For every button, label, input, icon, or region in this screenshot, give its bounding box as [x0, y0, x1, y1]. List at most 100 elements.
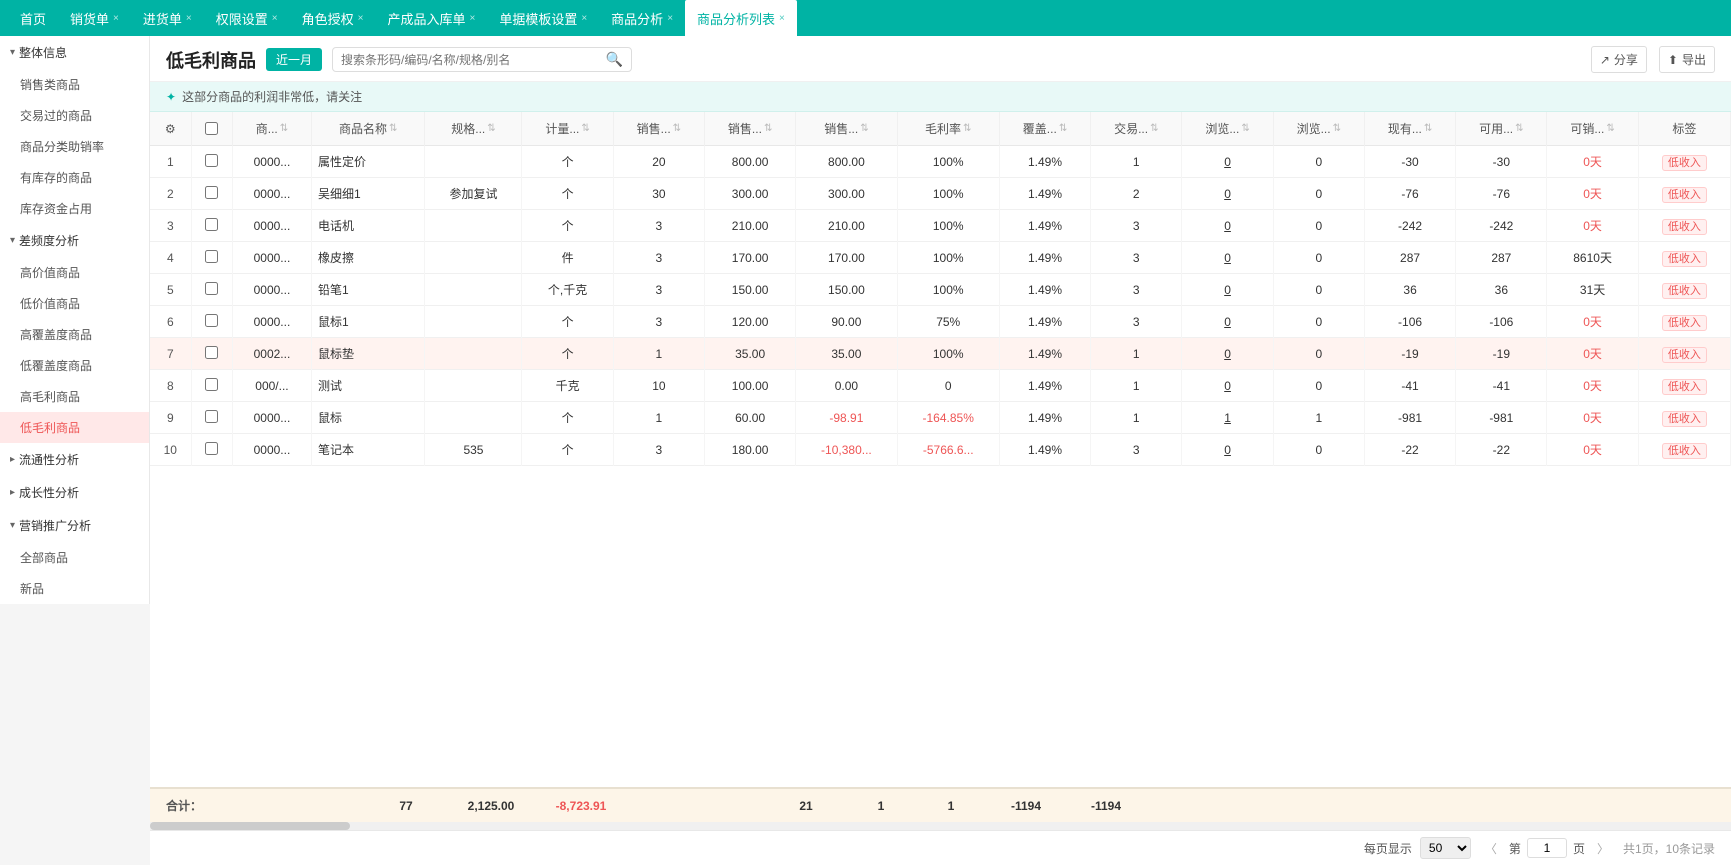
sidebar-section-overall[interactable]: ▾ 整体信息 — [0, 36, 149, 69]
td-name[interactable]: 属性定价 — [311, 146, 425, 178]
td-name[interactable]: 鼠标 — [311, 402, 425, 434]
nav-item-home[interactable]: 首页 — [8, 0, 58, 36]
td-checkbox[interactable] — [191, 274, 232, 306]
td-browse1[interactable]: 0 — [1182, 146, 1273, 178]
td-browse1[interactable]: 0 — [1182, 338, 1273, 370]
th-sales-amount[interactable]: 销售...⇅ — [705, 112, 796, 146]
page-number-input[interactable] — [1527, 838, 1567, 858]
nav-item-purchase[interactable]: 进货单 × — [131, 0, 204, 36]
td-checkbox[interactable] — [191, 402, 232, 434]
nav-item-products[interactable]: 产成品入库单 × — [375, 0, 487, 36]
prev-page-button[interactable]: 〈 — [1479, 838, 1503, 859]
td-checkbox[interactable] — [191, 210, 232, 242]
th-checkbox[interactable] — [191, 112, 232, 146]
th-browse2[interactable]: 浏览...⇅ — [1273, 112, 1364, 146]
th-unit[interactable]: 计量...⇅ — [522, 112, 613, 146]
close-icon[interactable]: × — [113, 13, 119, 24]
close-icon[interactable]: × — [581, 13, 587, 24]
sidebar-item-new-goods[interactable]: 新品 — [0, 573, 149, 604]
date-filter-button[interactable]: 近一月 — [266, 48, 322, 71]
horizontal-scrollbar[interactable] — [150, 822, 1731, 830]
sidebar-section-frequency[interactable]: ▾ 差频度分析 — [0, 224, 149, 257]
select-all-checkbox[interactable] — [205, 122, 218, 135]
th-sales-qty[interactable]: 销售...⇅ — [613, 112, 704, 146]
th-coverage[interactable]: 覆盖...⇅ — [999, 112, 1090, 146]
td-name[interactable]: 测试 — [311, 370, 425, 402]
row-checkbox[interactable] — [205, 154, 218, 167]
th-code[interactable]: 商...⇅ — [232, 112, 311, 146]
close-icon[interactable]: × — [358, 13, 364, 24]
nav-item-roles[interactable]: 角色授权 × — [290, 0, 376, 36]
sidebar-item-category-rate[interactable]: 商品分类助销率 — [0, 131, 149, 162]
td-name[interactable]: 鼠标1 — [311, 306, 425, 338]
td-checkbox[interactable] — [191, 146, 232, 178]
td-browse1[interactable]: 0 — [1182, 370, 1273, 402]
close-icon[interactable]: × — [272, 13, 278, 24]
td-name[interactable]: 笔记本 — [311, 434, 425, 466]
td-checkbox[interactable] — [191, 306, 232, 338]
row-checkbox[interactable] — [205, 282, 218, 295]
next-page-button[interactable]: 〉 — [1591, 838, 1615, 859]
td-browse1[interactable]: 0 — [1182, 274, 1273, 306]
nav-item-analysis[interactable]: 商品分析 × — [599, 0, 685, 36]
th-spec[interactable]: 规格...⇅ — [425, 112, 522, 146]
close-icon[interactable]: × — [469, 13, 475, 24]
sidebar-section-liquidity[interactable]: ▸ 流通性分析 — [0, 443, 149, 476]
sidebar-item-high-margin[interactable]: 高毛利商品 — [0, 381, 149, 412]
close-icon[interactable]: × — [186, 13, 192, 24]
th-sellable[interactable]: 可销...⇅ — [1547, 112, 1638, 146]
sidebar-item-low-margin[interactable]: 低毛利商品 — [0, 412, 149, 443]
td-name[interactable]: 吴细细1 — [311, 178, 425, 210]
td-name[interactable]: 铅笔1 — [311, 274, 425, 306]
td-checkbox[interactable] — [191, 370, 232, 402]
row-checkbox[interactable] — [205, 250, 218, 263]
td-browse1[interactable]: 1 — [1182, 402, 1273, 434]
td-name[interactable]: 电话机 — [311, 210, 425, 242]
row-checkbox[interactable] — [205, 314, 218, 327]
row-checkbox[interactable] — [205, 218, 218, 231]
th-gross-rate[interactable]: 毛利率⇅ — [897, 112, 999, 146]
sidebar-item-low-coverage[interactable]: 低覆盖度商品 — [0, 350, 149, 381]
td-name[interactable]: 橡皮擦 — [311, 242, 425, 274]
td-browse1[interactable]: 0 — [1182, 178, 1273, 210]
td-browse1[interactable]: 0 — [1182, 434, 1273, 466]
sidebar-item-high-coverage[interactable]: 高覆盖度商品 — [0, 319, 149, 350]
td-name[interactable]: 鼠标垫 — [311, 338, 425, 370]
scrollbar-thumb[interactable] — [150, 822, 350, 830]
td-checkbox[interactable] — [191, 178, 232, 210]
row-checkbox[interactable] — [205, 410, 218, 423]
sidebar-item-stock-goods[interactable]: 有库存的商品 — [0, 162, 149, 193]
row-checkbox[interactable] — [205, 442, 218, 455]
td-checkbox[interactable] — [191, 434, 232, 466]
close-icon[interactable]: × — [667, 13, 673, 24]
th-sales-profit[interactable]: 销售...⇅ — [796, 112, 897, 146]
sidebar-item-stock-capital[interactable]: 库存资金占用 — [0, 193, 149, 224]
sidebar-item-low-value[interactable]: 低价值商品 — [0, 288, 149, 319]
export-button[interactable]: ⬆ 导出 — [1659, 46, 1715, 73]
nav-item-analysis-list[interactable]: 商品分析列表 × — [685, 0, 797, 36]
th-settings[interactable]: ⚙ — [150, 112, 191, 146]
sidebar-item-high-value[interactable]: 高价值商品 — [0, 257, 149, 288]
sidebar-item-all-goods[interactable]: 全部商品 — [0, 542, 149, 573]
td-browse1[interactable]: 0 — [1182, 306, 1273, 338]
th-browse1[interactable]: 浏览...⇅ — [1182, 112, 1273, 146]
page-size-select[interactable]: 50 100 200 — [1420, 837, 1471, 859]
search-input[interactable] — [341, 53, 606, 67]
nav-item-templates[interactable]: 单据模板设置 × — [487, 0, 599, 36]
row-checkbox[interactable] — [205, 186, 218, 199]
row-checkbox[interactable] — [205, 346, 218, 359]
td-checkbox[interactable] — [191, 338, 232, 370]
row-checkbox[interactable] — [205, 378, 218, 391]
share-button[interactable]: ↗ 分享 — [1591, 46, 1647, 73]
td-browse1[interactable]: 0 — [1182, 242, 1273, 274]
nav-item-sales[interactable]: 销货单 × — [58, 0, 131, 36]
close-icon[interactable]: × — [779, 13, 785, 24]
sidebar-section-growth[interactable]: ▸ 成长性分析 — [0, 476, 149, 509]
th-available[interactable]: 可用...⇅ — [1456, 112, 1547, 146]
th-current-stock[interactable]: 现有...⇅ — [1364, 112, 1455, 146]
td-browse1[interactable]: 0 — [1182, 210, 1273, 242]
nav-item-permissions[interactable]: 权限设置 × — [204, 0, 290, 36]
th-transaction[interactable]: 交易...⇅ — [1091, 112, 1182, 146]
th-name[interactable]: 商品名称⇅ — [311, 112, 425, 146]
sidebar-item-traded-goods[interactable]: 交易过的商品 — [0, 100, 149, 131]
